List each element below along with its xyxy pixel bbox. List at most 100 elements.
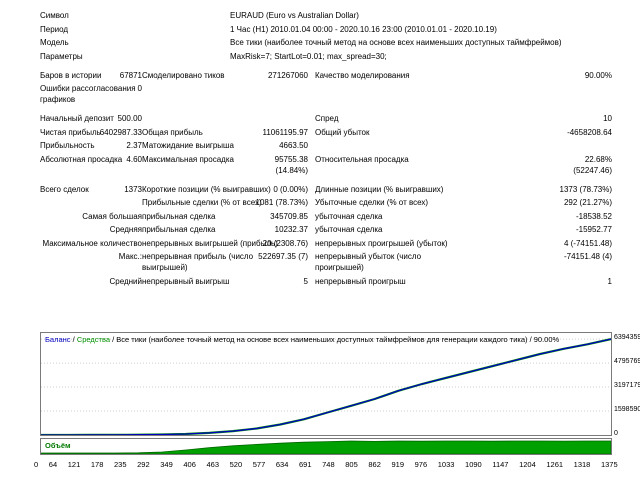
y-axis-label: 3197179 [614,382,640,389]
stat-value: -18538.52 [575,211,612,221]
volume-label: Объём [45,441,71,450]
report-row: Баров в истории 67871 Смоделировано тиков 2… [40,70,612,81]
stat-label: убыточная сделка [315,225,383,234]
stat-value: 4.60 [126,154,142,164]
x-axis-label: 1033 [437,460,455,469]
info-row: Период 1 Час (H1) 2010.01.04 00:00 - 2020… [40,24,612,35]
stat-label: Ошибки рассогласования графиков [40,84,136,104]
x-axis-label: 1375 [600,460,618,469]
stat-label: Короткие позиции (% выигравших) [142,184,271,194]
x-axis-label: 0 [34,460,39,469]
stat-label: Общий убыток [315,127,370,137]
stat-label: Прибыльные сделки (% от всех) [142,198,262,207]
stat-value: 292 (21.27%) [563,198,612,207]
info-label: Период [40,24,69,34]
report-row: Абсолютная просадка 4.60 Максимальная прос… [40,154,612,176]
info-row: Символ EURAUD (Euro vs Australian Dollar) [40,10,612,21]
stat-label: непрерывный выигрыш [142,276,230,286]
stat-value: 0 [137,84,142,93]
stat-value: 4 (-74151.48) [563,238,612,248]
balance-chart-canvas [41,338,611,435]
stat-value: 0 (0.00%) [273,184,308,194]
y-axis-label: 1598590 [614,406,640,413]
report-statistics: Символ EURAUD (Euro vs Australian Dollar)… [0,0,640,287]
x-axis-label: 178 [90,460,104,469]
stat-label: Матожидание выигрыша [142,141,234,150]
info-value: EURAUD (Euro vs Australian Dollar) [230,11,359,20]
legend-part: Средства [76,335,111,344]
x-axis-label: 64 [48,460,58,469]
info-row: Модель Все тики (наиболее точный метод на… [40,37,612,48]
report-header-rows: Символ EURAUD (Euro vs Australian Dollar)… [40,10,612,62]
stat-value: 5 [303,276,308,286]
stat-value: 10 [603,114,612,123]
stat-label: Начальный депозит [40,114,114,123]
stat-value: 20 (2308.76) [262,238,308,248]
chart-legend: Баланс / Средства / Все тики (наиболее т… [45,335,559,344]
info-value: MaxRisk=7; StartLot=0.01; max_spread=30; [230,51,387,61]
stat-value: 22.68% (52247.46) [573,154,612,175]
x-axis-label: 634 [275,460,289,469]
stat-label: непрерывный убыток (число проигрышей) [315,252,422,272]
report-row: Самая большая прибыльная сделка 345709.85 у… [40,211,612,222]
stat-label: Чистая прибыль [40,127,101,137]
stat-value: 1373 [124,184,142,194]
x-axis: 0 64 121 178 235 292 349 406 463 520 577 634 691 748 8… [34,460,618,469]
stat-value: 500.00 [117,114,142,123]
stat-value: 10232.37 [274,225,308,234]
report-row: Средняя прибыльная сделка 10232.37 убыточна… [40,224,612,235]
stat-value: 90.00% [584,70,612,80]
stat-label: Максимальная просадка [142,154,234,164]
stat-label: непрерывная прибыль (число выигрышей) [142,252,254,272]
strategy-tester-report: Символ EURAUD (Euro vs Australian Dollar)… [0,0,640,480]
x-axis-label: 862 [368,460,381,469]
stat-value: 271267060 [267,70,308,80]
x-axis-label: 1318 [573,460,591,469]
stat-label: Абсолютная просадка [40,154,123,164]
report-stat-rows: Баров в истории 67871 Смоделировано тиков 2… [40,70,612,287]
x-axis-label: 1261 [546,460,564,469]
stat-value: -4658208.64 [567,127,612,137]
report-row: Прибыльность 2.37 Матожидание выигрыша 4663… [40,140,612,151]
y-axis-label: 4795769 [614,358,640,365]
x-axis-label: 1147 [492,460,509,469]
stat-label: непрерывных выигрышей (прибыль) [142,238,278,248]
legend-part: / Все тики (наиболее точный метод на осн… [110,335,560,344]
stat-label: убыточная сделка [315,211,383,221]
info-value: 1 Час (H1) 2010.01.04 00:00 - 2020.10.16… [230,24,497,34]
y-axis-label: 0 [614,430,618,437]
y-axis: 6394359 4795769 3197179 1598590 0 [614,332,640,438]
stat-value: -74151.48 (4) [563,252,612,261]
stat-value: 1 [607,276,612,286]
info-label: Символ [40,11,69,20]
stat-label: Всего сделок [40,184,89,194]
stat-value: -15952.77 [575,225,612,234]
stat-label: Прибыльность [40,141,95,150]
x-axis-label: 976 [414,460,428,469]
info-row: Параметры MaxRisk=7; StartLot=0.01; max_s… [40,51,612,62]
stat-label: Максимальное количество [42,238,142,248]
stat-value: 345709.85 [270,211,308,221]
report-row: Средний непрерывный выигрыш 5 непрерывный п… [40,276,612,287]
stat-value: 6402987.33 [99,127,142,137]
balance-chart: Баланс / Средства / Все тики (наиболее т… [40,332,612,436]
x-axis-label: 691 [298,460,312,469]
stat-value: 67871 [119,70,142,80]
stat-label: непрерывный проигрыш [315,276,406,286]
stat-label: Убыточные сделки (% от всех) [315,198,429,207]
x-axis-label: 748 [322,460,335,469]
stat-value: 522697.35 (7) [258,252,308,261]
stat-label: Смоделировано тиков [142,70,225,80]
stat-label: прибыльная сделка [142,225,216,234]
stat-label: Качество моделирования [315,70,410,80]
x-axis-label: 463 [206,460,219,469]
info-label: Модель [40,38,69,47]
stat-value: 11061195.97 [262,127,308,137]
stat-label: прибыльная сделка [142,211,216,221]
volume-area [41,440,611,454]
x-axis-label: 577 [252,460,266,469]
legend-part: Баланс [45,335,71,344]
report-row: Ошибки рассогласования графиков 0 [40,83,612,105]
stat-label: непрерывных проигрышей (убыток) [315,238,448,248]
x-axis-label: 520 [229,460,243,469]
